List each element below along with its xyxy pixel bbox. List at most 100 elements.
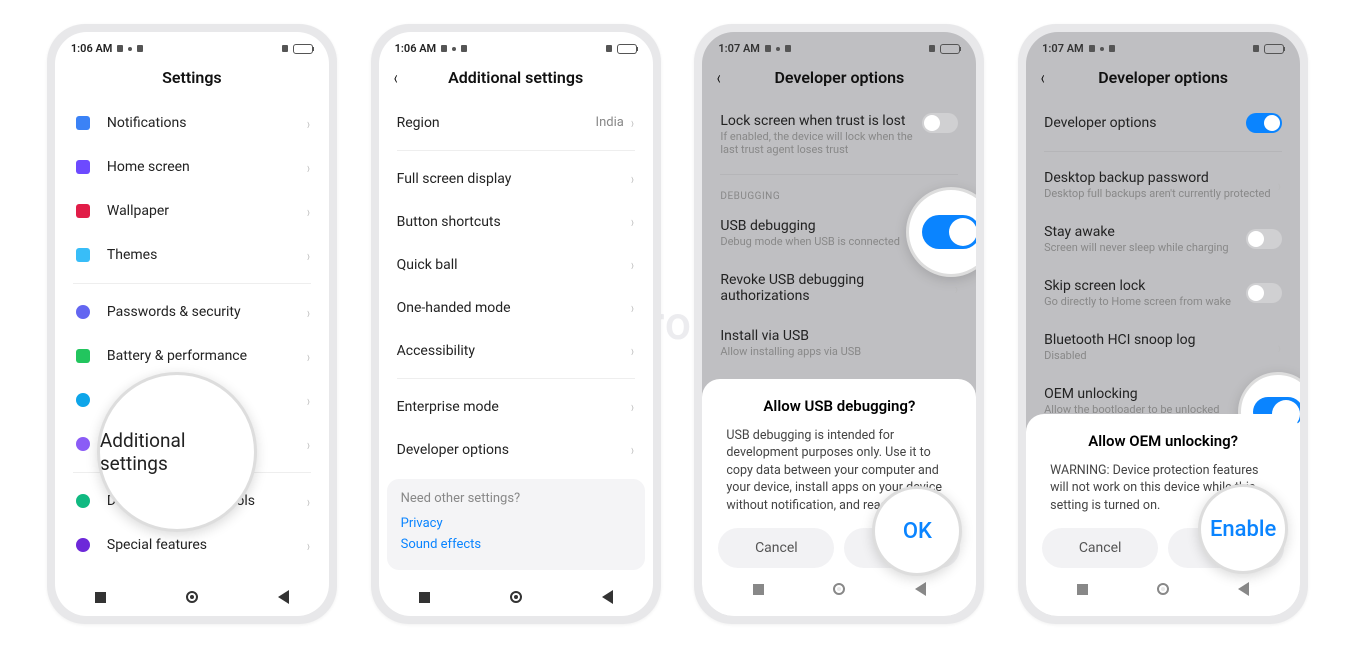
phone-frame-1: 1:06 AM Settings Notifications› Home scr… [47,24,337,624]
usb-debugging-toggle-icon[interactable] [922,215,976,249]
row-label: Bluetooth HCI snoop log [1044,332,1277,348]
zoom-ok-highlight: OK [872,486,962,576]
nav-recents-icon[interactable] [753,584,764,595]
row-enterprise-mode[interactable]: Enterprise mode› [379,385,653,428]
chevron-right-icon: › [307,246,310,265]
zoom-enable-label[interactable]: Enable [1210,517,1276,542]
row-bluetooth-hci[interactable]: Bluetooth HCI snoop logDisabled › [1026,320,1300,374]
status-icon [1100,47,1104,51]
row-home-screen[interactable]: Home screen› [55,145,329,189]
cancel-button[interactable]: Cancel [1042,528,1158,568]
toggle-skip-lock[interactable] [1246,283,1282,303]
chevron-right-icon: › [631,113,634,132]
row-fullscreen-display[interactable]: Full screen display› [379,157,653,200]
home-icon [76,160,90,174]
row-label: Full screen display [397,171,630,187]
nav-recents-icon[interactable] [419,592,430,603]
nav-recents-icon[interactable] [1077,584,1088,595]
cancel-button[interactable]: Cancel [718,528,834,568]
nav-back-icon[interactable] [602,590,613,604]
nav-bar [718,574,960,608]
row-one-handed-mode[interactable]: One-handed mode› [379,286,653,329]
row-label: Developer options [397,442,630,458]
row-stay-awake[interactable]: Stay awakeScreen will never sleep while … [1026,212,1300,266]
toggle-lock-trust[interactable] [922,113,958,133]
phone-screen-1: 1:06 AM Settings Notifications› Home scr… [55,32,329,616]
row-quick-ball[interactable]: Quick ball› [379,243,653,286]
phone-frame-2: 1:06 AM ‹ Additional settings RegionIndi… [371,24,661,624]
row-accessibility[interactable]: Accessibility› [379,329,653,372]
divider [397,378,635,379]
row-label: Special features [107,537,306,553]
dialog-title: Allow OEM unlocking? [1042,432,1284,450]
row-label: Button shortcuts [397,214,630,230]
row-install-via-usb[interactable]: Install via USBAllow installing apps via… [702,316,976,370]
chevron-right-icon: › [631,397,634,416]
row-developer-options[interactable]: Developer options› [379,428,653,471]
status-icon [461,45,467,52]
row-label: Lock screen when trust is lost [720,113,922,129]
row-dev-options-toggle[interactable]: Developer options [1026,101,1300,145]
zoom-ok-label[interactable]: OK [903,519,932,544]
row-themes[interactable]: Themes› [55,233,329,277]
row-lock-screen-trust[interactable]: Lock screen when trust is lost If enable… [702,101,976,168]
toggle-dev-options[interactable] [1246,113,1282,133]
row-battery[interactable]: Battery & performance› [55,334,329,378]
special-icon [76,538,90,552]
dialog-title: Allow USB debugging? [718,397,960,415]
row-label: Stay awake [1044,224,1246,240]
chevron-right-icon: › [631,169,634,188]
status-bar: 1:06 AM [55,32,329,60]
suggestion-question: Need other settings? [401,491,631,506]
nav-home-icon[interactable] [833,583,845,595]
zoom-enable-highlight: Enable [1198,484,1288,574]
nav-home-icon[interactable] [510,591,522,603]
wellbeing-icon [76,494,90,508]
back-icon[interactable]: ‹ [717,68,721,89]
nav-back-icon[interactable] [1238,582,1249,596]
toggle-stay-awake[interactable] [1246,229,1282,249]
nav-home-icon[interactable] [1157,583,1169,595]
time-label: 1:06 AM [71,42,113,55]
link-privacy[interactable]: Privacy [401,516,631,531]
nav-recents-icon[interactable] [95,592,106,603]
nav-back-icon[interactable] [278,590,289,604]
back-icon[interactable]: ‹ [393,68,397,89]
link-sound-effects[interactable]: Sound effects [401,537,631,552]
row-passwords-security[interactable]: Passwords & security› [55,290,329,334]
zoom-highlight: Additional settings [97,372,257,532]
row-desktop-backup[interactable]: Desktop backup passwordDesktop full back… [1026,158,1300,212]
row-button-shortcuts[interactable]: Button shortcuts› [379,200,653,243]
status-bar: 1:07 AM [702,32,976,60]
row-label: Themes [107,247,306,263]
status-icon [1109,45,1115,52]
status-icon [1089,45,1095,52]
nav-back-icon[interactable] [915,582,926,596]
status-icon [785,45,791,52]
region-value: India [596,115,624,130]
status-bar: 1:06 AM [379,32,653,60]
row-label: Quick ball [397,257,630,273]
divider [73,283,311,284]
phone-screen-3: 1:07 AM ‹ Developer options Lock screen … [702,32,976,616]
chevron-right-icon: › [307,536,310,555]
chevron-right-icon: › [307,303,310,322]
nav-home-icon[interactable] [186,591,198,603]
additional-settings-list: RegionIndia› Full screen display› Button… [379,101,653,582]
row-skip-screen-lock[interactable]: Skip screen lockGo directly to Home scre… [1026,266,1300,320]
page-title: Developer options [774,68,904,87]
row-notifications[interactable]: Notifications› [55,101,329,145]
security-icon [76,305,90,319]
phone-frame-3: 1:07 AM ‹ Developer options Lock screen … [694,24,984,624]
globe-icon [76,437,90,451]
chevron-right-icon: › [307,347,310,366]
back-icon[interactable]: ‹ [1041,68,1045,89]
divider [397,150,635,151]
row-wallpaper[interactable]: Wallpaper› [55,189,329,233]
battery-icon [76,349,90,363]
divider [1044,151,1282,152]
row-label: One-handed mode [397,300,630,316]
battery-icon [1264,44,1284,54]
row-region[interactable]: RegionIndia› [379,101,653,144]
page-title: Additional settings [448,68,583,87]
